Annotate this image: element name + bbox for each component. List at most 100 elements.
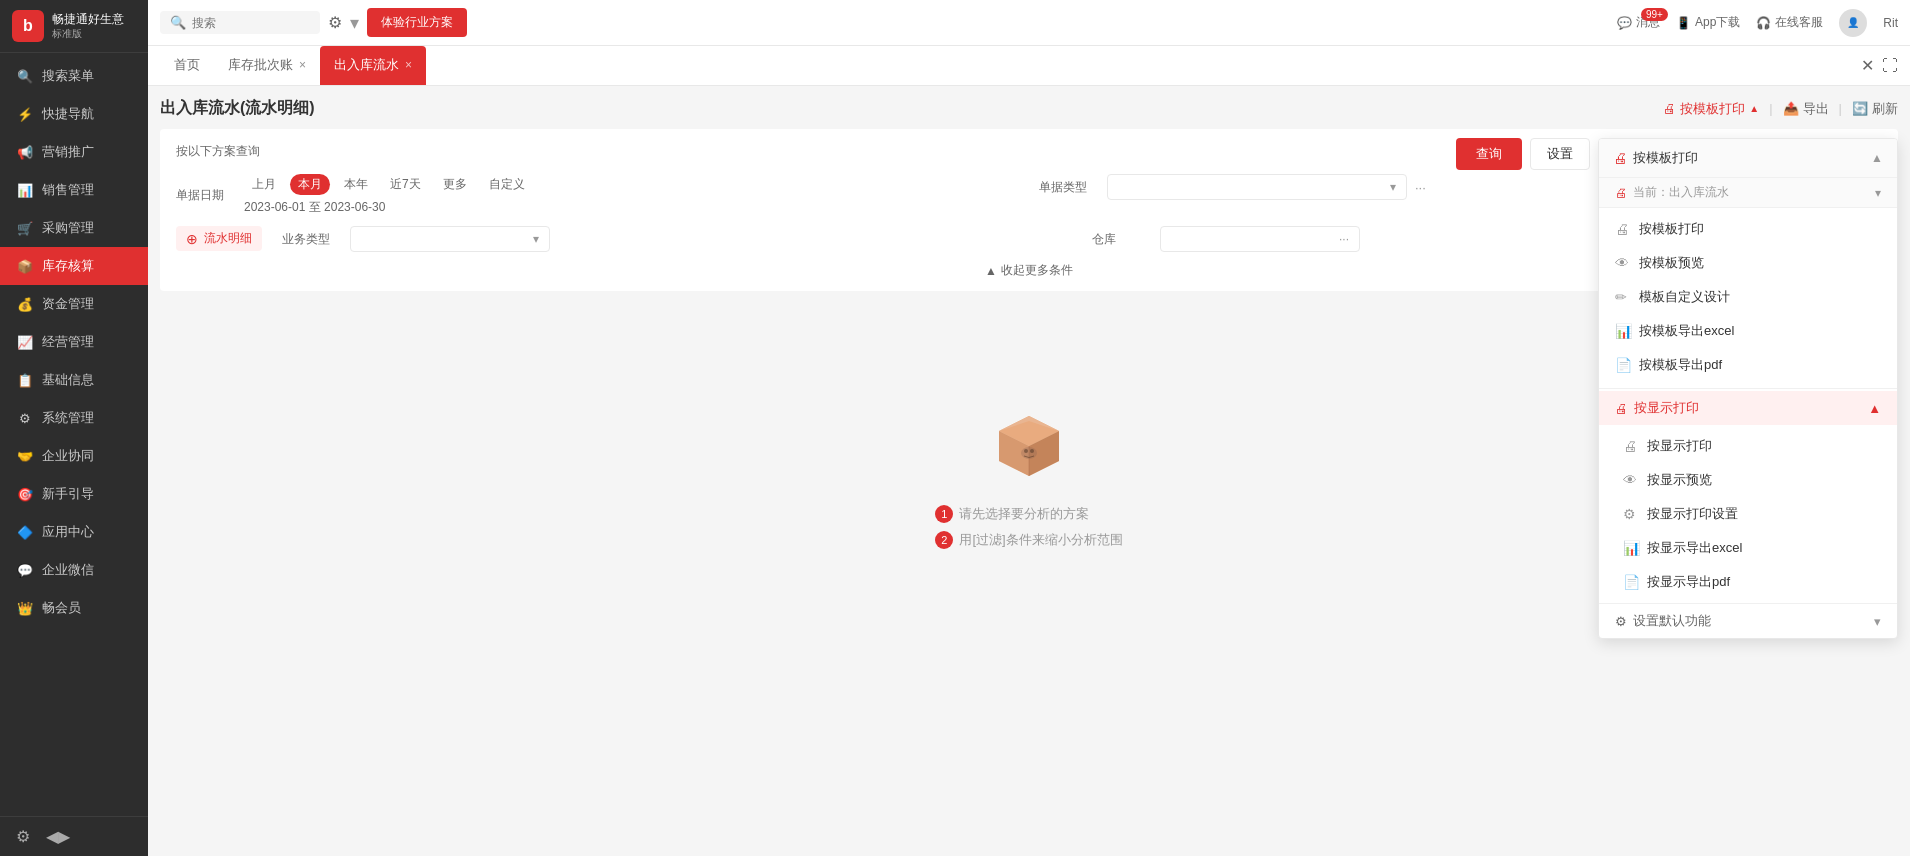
- business-type-select[interactable]: ▾: [350, 226, 550, 252]
- query-button[interactable]: 查询: [1456, 138, 1522, 170]
- preview-icon: 👁: [1615, 255, 1631, 271]
- dropdown-item-display-preview[interactable]: 👁 按显示预览: [1599, 463, 1897, 497]
- close-all-tabs-icon[interactable]: ✕: [1861, 56, 1874, 75]
- dropdown-item-display-pdf[interactable]: 📄 按显示导出pdf: [1599, 565, 1897, 599]
- action-divider2: |: [1839, 101, 1842, 116]
- message-badge: 99+: [1641, 8, 1668, 21]
- industry-solution-button[interactable]: 体验行业方案: [367, 8, 467, 37]
- warehouse-more-icon[interactable]: ···: [1339, 232, 1349, 246]
- footer-settings-icon: ⚙: [1615, 614, 1627, 629]
- sidebar-item-inventory[interactable]: 📦 库存核算: [0, 247, 148, 285]
- sidebar-item-member[interactable]: 👑 畅会员: [0, 589, 148, 627]
- date-tab-more[interactable]: 更多: [435, 174, 475, 195]
- chevron-up-icon: ▲: [1749, 103, 1759, 114]
- dropdown-item-template-excel[interactable]: 📊 按模板导出excel: [1599, 314, 1897, 348]
- topbar-chevron-icon[interactable]: ▾: [350, 12, 359, 34]
- logo-text: 畅捷通好生意 标准版: [52, 12, 124, 41]
- logo-icon: b: [12, 10, 44, 42]
- sidebar-item-operations[interactable]: 📈 经营管理: [0, 323, 148, 361]
- print-template-button[interactable]: 🖨 按模板打印 ▲: [1663, 100, 1759, 118]
- dropdown-item-display-print[interactable]: 🖨 按显示打印: [1599, 429, 1897, 463]
- dropdown-item-template-design[interactable]: ✏ 模板自定义设计: [1599, 280, 1897, 314]
- app-download-icon: 📱: [1676, 16, 1691, 30]
- display-settings-icon: ⚙: [1623, 506, 1639, 522]
- inline-actions: 查询 设置: [1456, 138, 1590, 170]
- record-type-select[interactable]: ▾: [1107, 174, 1407, 200]
- sidebar-item-system[interactable]: ⚙ 系统管理: [0, 399, 148, 437]
- display-print-icon: 🖨: [1615, 401, 1628, 416]
- refresh-button[interactable]: 🔄 刷新: [1852, 100, 1898, 118]
- settings-icon[interactable]: ⚙: [16, 827, 30, 846]
- export-button[interactable]: 📤 导出: [1783, 100, 1829, 118]
- display-pdf-icon: 📄: [1623, 574, 1639, 590]
- dropdown-item-template-pdf[interactable]: 📄 按模板导出pdf: [1599, 348, 1897, 382]
- tab-home[interactable]: 首页: [160, 46, 214, 85]
- sidebar-item-marketing[interactable]: 📢 营销推广: [0, 133, 148, 171]
- tabs-bar: 首页 库存批次账 × 出入库流水 × ✕ ⛶: [148, 46, 1910, 86]
- sidebar-item-app-center[interactable]: 🔷 应用中心: [0, 513, 148, 551]
- template-print-section: 🖨 按模板打印 👁 按模板预览 ✏ 模板自定义设计 📊 按模板导出excel 📄: [1599, 208, 1897, 386]
- topbar-right: 💬 消息 99+ 📱 App下载 🎧 在线客服 👤 Rit: [1617, 9, 1898, 37]
- date-range-display: 2023-06-01 至 2023-06-30: [244, 199, 533, 216]
- sidebar-item-basics[interactable]: 📋 基础信息: [0, 361, 148, 399]
- dropdown-chevron-icon[interactable]: ▲: [1871, 151, 1883, 165]
- sidebar-item-finance[interactable]: 💰 资金管理: [0, 285, 148, 323]
- member-icon: 👑: [16, 599, 34, 617]
- empty-tip-2: 2 用[过滤]条件来缩小分析范围: [935, 527, 1122, 553]
- current-tag-icon: 🖨: [1615, 186, 1627, 200]
- printer-icon: 🖨: [1663, 101, 1676, 116]
- collapse-conditions-button[interactable]: ▲ 收起更多条件: [985, 262, 1073, 279]
- display-print-section: 🖨 按显示打印 👁 按显示预览 ⚙ 按显示打印设置 📊 按显示导出excel 📄: [1599, 425, 1897, 603]
- tab-in-out-flow[interactable]: 出入库流水 ×: [320, 46, 426, 85]
- sidebar-item-weixin[interactable]: 💬 企业微信: [0, 551, 148, 589]
- pdf-icon: 📄: [1615, 357, 1631, 373]
- topbar-gear-icon[interactable]: ⚙: [328, 13, 342, 32]
- sidebar-item-purchase[interactable]: 🛒 采购管理: [0, 209, 148, 247]
- app-download-link[interactable]: 📱 App下载: [1676, 14, 1740, 31]
- dropdown-item-template-preview[interactable]: 👁 按模板预览: [1599, 246, 1897, 280]
- sidebar-item-guide[interactable]: 🎯 新手引导: [0, 475, 148, 513]
- sidebar-item-quick-nav[interactable]: ⚡ 快捷导航: [0, 95, 148, 133]
- record-type-more-icon[interactable]: ···: [1415, 180, 1426, 195]
- sidebar-item-search[interactable]: 🔍 搜索菜单: [0, 57, 148, 95]
- avatar[interactable]: 👤: [1839, 9, 1867, 37]
- topbar-search-icon: 🔍: [170, 15, 186, 30]
- search-input[interactable]: [192, 16, 272, 30]
- date-tab-custom[interactable]: 自定义: [481, 174, 533, 195]
- tab-inventory-batch[interactable]: 库存批次账 ×: [214, 46, 320, 85]
- main-area: 🔍 ⚙ ▾ 体验行业方案 💬 消息 99+ 📱 App下载 🎧 在线客服 👤 R…: [148, 0, 1910, 856]
- business-type-arrow-icon: ▾: [533, 232, 539, 246]
- tab-close-inventory-batch[interactable]: ×: [299, 58, 306, 72]
- date-tab-current-month[interactable]: 本月: [290, 174, 330, 195]
- collapse-icon[interactable]: ◀▶: [46, 827, 70, 846]
- message-button[interactable]: 💬 消息 99+: [1617, 14, 1660, 31]
- dropdown-header-title: 🖨 按模板打印: [1613, 149, 1698, 167]
- date-tab-current-year[interactable]: 本年: [336, 174, 376, 195]
- search-icon: 🔍: [16, 67, 34, 85]
- dropdown-header: 🖨 按模板打印 ▲: [1599, 139, 1897, 178]
- page-actions: 🖨 按模板打印 ▲ | 📤 导出 | 🔄 刷新: [1663, 100, 1898, 118]
- sidebar-item-enterprise[interactable]: 🤝 企业协同: [0, 437, 148, 475]
- quick-nav-icon: ⚡: [16, 105, 34, 123]
- username-label: Rit: [1883, 16, 1898, 30]
- date-tab-7days[interactable]: 近7天: [382, 174, 429, 195]
- display-print-section-header[interactable]: 🖨 按显示打印 ▲: [1599, 391, 1897, 425]
- settings-btn[interactable]: 设置: [1530, 138, 1590, 170]
- tab-close-in-out-flow[interactable]: ×: [405, 58, 412, 72]
- empty-tips: 1 请先选择要分析的方案 2 用[过滤]条件来缩小分析范围: [935, 501, 1122, 553]
- finance-icon: 💰: [16, 295, 34, 313]
- app-center-icon: 🔷: [16, 523, 34, 541]
- empty-tip-1: 1 请先选择要分析的方案: [935, 501, 1122, 527]
- fullscreen-icon[interactable]: ⛶: [1882, 57, 1898, 75]
- sales-icon: 📊: [16, 181, 34, 199]
- online-service-link[interactable]: 🎧 在线客服: [1756, 14, 1823, 31]
- tip-2-num: 2: [935, 531, 953, 549]
- sidebar-item-sales[interactable]: 📊 销售管理: [0, 171, 148, 209]
- dropdown-item-template-print[interactable]: 🖨 按模板打印: [1599, 212, 1897, 246]
- date-tabs: 上月 本月 本年 近7天 更多 自定义: [244, 174, 533, 195]
- warehouse-select[interactable]: ···: [1160, 226, 1360, 252]
- date-tab-last-month[interactable]: 上月: [244, 174, 284, 195]
- dropdown-footer[interactable]: ⚙ 设置默认功能 ▾: [1599, 603, 1897, 638]
- dropdown-item-display-excel[interactable]: 📊 按显示导出excel: [1599, 531, 1897, 565]
- dropdown-item-display-settings[interactable]: ⚙ 按显示打印设置: [1599, 497, 1897, 531]
